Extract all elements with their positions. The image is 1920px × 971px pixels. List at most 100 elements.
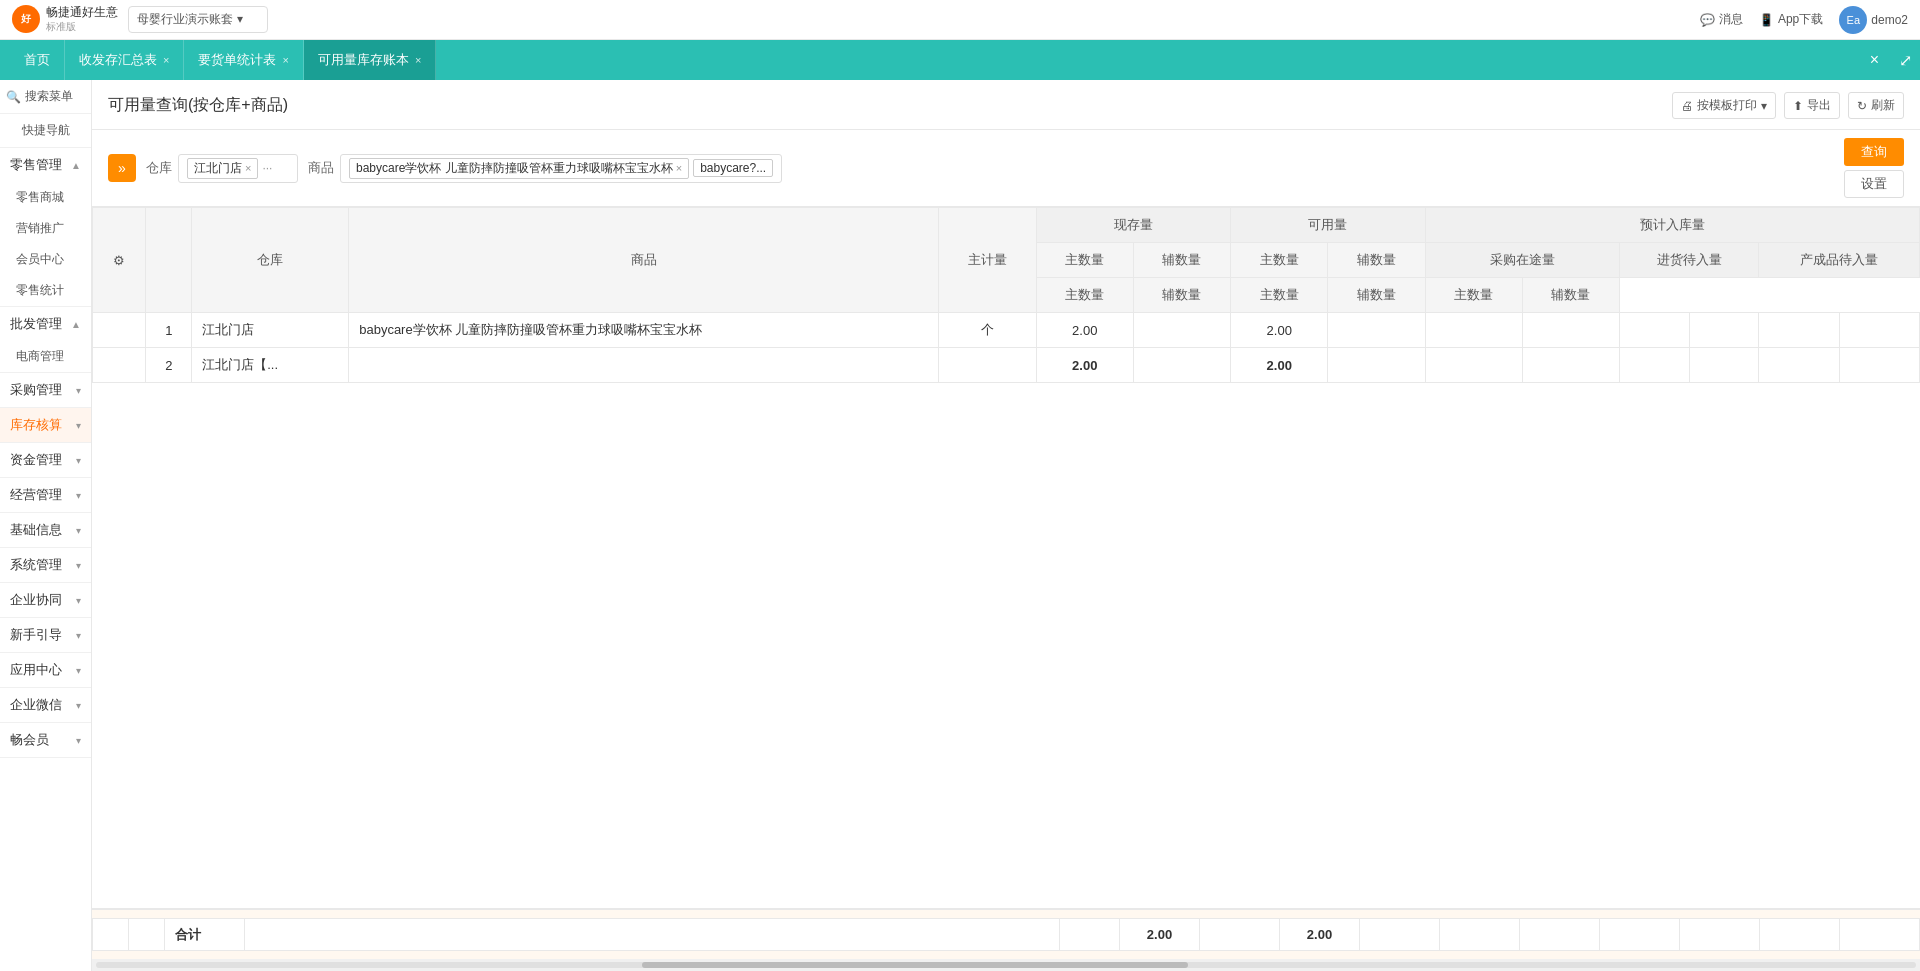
- tab-home[interactable]: 首页: [10, 40, 65, 80]
- tab-available-ledger-close[interactable]: ×: [415, 54, 421, 66]
- tab-order-stats-close[interactable]: ×: [282, 54, 288, 66]
- sidebar-group-newbie-title[interactable]: 新手引导 ▾: [0, 618, 91, 652]
- operations-arrow: ▾: [76, 490, 81, 501]
- sidebar-group-retail: 零售管理 ▲ 零售商城 营销推广 会员中心 零售统计: [0, 148, 91, 307]
- table-container: ⚙仓库商品主计量现存量可用量预计入库量主数量辅数量主数量辅数量采购在途量进货待入…: [92, 207, 1920, 908]
- apps-label: 应用中心: [10, 661, 62, 679]
- th-av-main: 主数量: [1231, 243, 1328, 278]
- purchase-label: 采购管理: [10, 381, 62, 399]
- setting-button[interactable]: 设置: [1844, 170, 1904, 198]
- sidebar-group-wholesale-title[interactable]: 批发管理 ▲: [0, 307, 91, 341]
- footer-spacer1: [93, 919, 129, 951]
- warehouse-tags[interactable]: 江北门店 × ···: [178, 154, 298, 183]
- system-label: 系统管理: [10, 556, 62, 574]
- export-button[interactable]: ⬆ 导出: [1784, 92, 1840, 119]
- user-profile[interactable]: Ea demo2: [1839, 6, 1908, 34]
- sidebar-group-system-title[interactable]: 系统管理 ▾: [0, 548, 91, 582]
- app-download-button[interactable]: 📱 App下载: [1759, 11, 1823, 28]
- operations-label: 经营管理: [10, 486, 62, 504]
- product-tag-1-label: babycare学饮杯 儿童防摔防撞吸管杯重力球吸嘴杯宝宝水杯: [356, 160, 673, 177]
- filter-row: » 仓库 江北门店 × ··· 商品 babycare学饮杯 儿童防摔防撞吸管杯…: [92, 130, 1920, 207]
- cell-product-pending-aux-1: [1839, 313, 1919, 348]
- tab-receipt-summary[interactable]: 收发存汇总表 ×: [65, 40, 184, 80]
- filter-toggle[interactable]: »: [108, 154, 136, 182]
- wholesale-label: 批发管理: [10, 315, 62, 333]
- th-sub-5: 辅数量: [1522, 278, 1619, 313]
- sidebar-quick-nav[interactable]: 快捷导航: [0, 114, 91, 148]
- query-button[interactable]: 查询: [1844, 138, 1904, 166]
- cell-product-pending-main-2: [1759, 348, 1839, 383]
- sidebar-group-retail-title[interactable]: 零售管理 ▲: [0, 148, 91, 182]
- system-arrow: ▾: [76, 560, 81, 571]
- industry-selector[interactable]: 母婴行业演示账套 ▾: [128, 6, 268, 33]
- footer-current-main: 2.00: [1120, 919, 1200, 951]
- sidebar-item-members[interactable]: 会员中心: [0, 244, 91, 275]
- tab-receipt-summary-close[interactable]: ×: [163, 54, 169, 66]
- sidebar-group-basic-title[interactable]: 基础信息 ▾: [0, 513, 91, 547]
- content-area: 可用量查询(按仓库+商品) 🖨 按模板打印 ▾ ⬆ 导出 ↻ 刷新: [92, 80, 1920, 971]
- sidebar-group-apps: 应用中心 ▾: [0, 653, 91, 688]
- th-av-aux: 辅数量: [1328, 243, 1425, 278]
- sidebar-item-retail-stats[interactable]: 零售统计: [0, 275, 91, 306]
- finance-label: 资金管理: [10, 451, 62, 469]
- scrollbar-thumb[interactable]: [642, 962, 1188, 968]
- cell-available-main-1: 2.00: [1231, 313, 1328, 348]
- retail-arrow: ▲: [71, 160, 81, 171]
- th-sub-0: 主数量: [1036, 278, 1133, 313]
- warehouse-ellipsis[interactable]: ···: [262, 161, 272, 175]
- footer-p3: [1600, 919, 1680, 951]
- sidebar-group-apps-title[interactable]: 应用中心 ▾: [0, 653, 91, 687]
- app-label: App下载: [1778, 11, 1823, 28]
- print-chevron: ▾: [1761, 99, 1767, 113]
- cell-warehouse-2: 江北门店【...: [192, 348, 349, 383]
- footer-spacer2: [129, 919, 165, 951]
- cell-product-pending-aux-2: [1839, 348, 1919, 383]
- th-pt: 采购在途量: [1425, 243, 1620, 278]
- sidebar-item-retail-mall[interactable]: 零售商城: [0, 182, 91, 213]
- sidebar-item-marketing[interactable]: 营销推广: [0, 213, 91, 244]
- refresh-button[interactable]: ↻ 刷新: [1848, 92, 1904, 119]
- sidebar-group-finance: 资金管理 ▾: [0, 443, 91, 478]
- product-tag-2-label: babycare?...: [700, 161, 766, 175]
- print-button[interactable]: 🖨 按模板打印 ▾: [1672, 92, 1776, 119]
- cell-goods-pending-main-2: [1620, 348, 1690, 383]
- th-gear[interactable]: ⚙: [93, 208, 146, 313]
- sidebar-group-basic: 基础信息 ▾: [0, 513, 91, 548]
- avatar: Ea: [1839, 6, 1867, 34]
- sidebar-group-inventory-title[interactable]: 库存核算 ▾: [0, 408, 91, 442]
- horizontal-scrollbar[interactable]: [92, 959, 1920, 971]
- cell-current-main-1: 2.00: [1036, 313, 1133, 348]
- sidebar-item-ecommerce[interactable]: 电商管理: [0, 341, 91, 372]
- query-actions: 查询 设置: [1844, 138, 1904, 198]
- logo-area: 好 畅捷通好生意 标准版: [12, 5, 118, 33]
- th-cs-aux: 辅数量: [1133, 243, 1230, 278]
- cell-product-2: [349, 348, 939, 383]
- tab-order-stats-label: 要货单统计表: [198, 51, 276, 69]
- close-all-tabs[interactable]: ×: [1858, 51, 1891, 69]
- cell-goods-pending-main-1: [1620, 313, 1690, 348]
- member-arrow: ▾: [76, 735, 81, 746]
- expand-icon[interactable]: ⤢: [1891, 51, 1920, 70]
- sidebar-search[interactable]: 🔍 搜索菜单: [0, 80, 91, 114]
- warehouse-label: 仓库: [146, 159, 172, 177]
- tab-order-stats[interactable]: 要货单统计表 ×: [184, 40, 303, 80]
- cell-product-pending-main-1: [1759, 313, 1839, 348]
- footer-available-main: 2.00: [1280, 919, 1360, 951]
- warehouse-tag-1-remove[interactable]: ×: [245, 162, 251, 174]
- inventory-label: 库存核算: [10, 416, 62, 434]
- product-tags[interactable]: babycare学饮杯 儿童防摔防撞吸管杯重力球吸嘴杯宝宝水杯 × babyca…: [340, 154, 782, 183]
- cell-purchase-transit-aux-2: [1522, 348, 1619, 383]
- product-tag-1-remove[interactable]: ×: [676, 162, 682, 174]
- sidebar-group-member-title[interactable]: 畅会员 ▾: [0, 723, 91, 757]
- tab-available-ledger[interactable]: 可用量库存账本 ×: [304, 40, 436, 80]
- message-button[interactable]: 💬 消息: [1700, 11, 1743, 28]
- sidebar-group-finance-title[interactable]: 资金管理 ▾: [0, 443, 91, 477]
- chevron-down-icon: ▾: [237, 12, 243, 26]
- sidebar-group-purchase-title[interactable]: 采购管理 ▾: [0, 373, 91, 407]
- sidebar-group-operations-title[interactable]: 经营管理 ▾: [0, 478, 91, 512]
- warehouse-filter: 仓库 江北门店 × ···: [146, 154, 298, 183]
- sidebar-group-enterprise-title[interactable]: 企业协同 ▾: [0, 583, 91, 617]
- cell-settings: [93, 313, 146, 348]
- sidebar-group-wechat-title[interactable]: 企业微信 ▾: [0, 688, 91, 722]
- logo-icon: 好: [12, 5, 40, 33]
